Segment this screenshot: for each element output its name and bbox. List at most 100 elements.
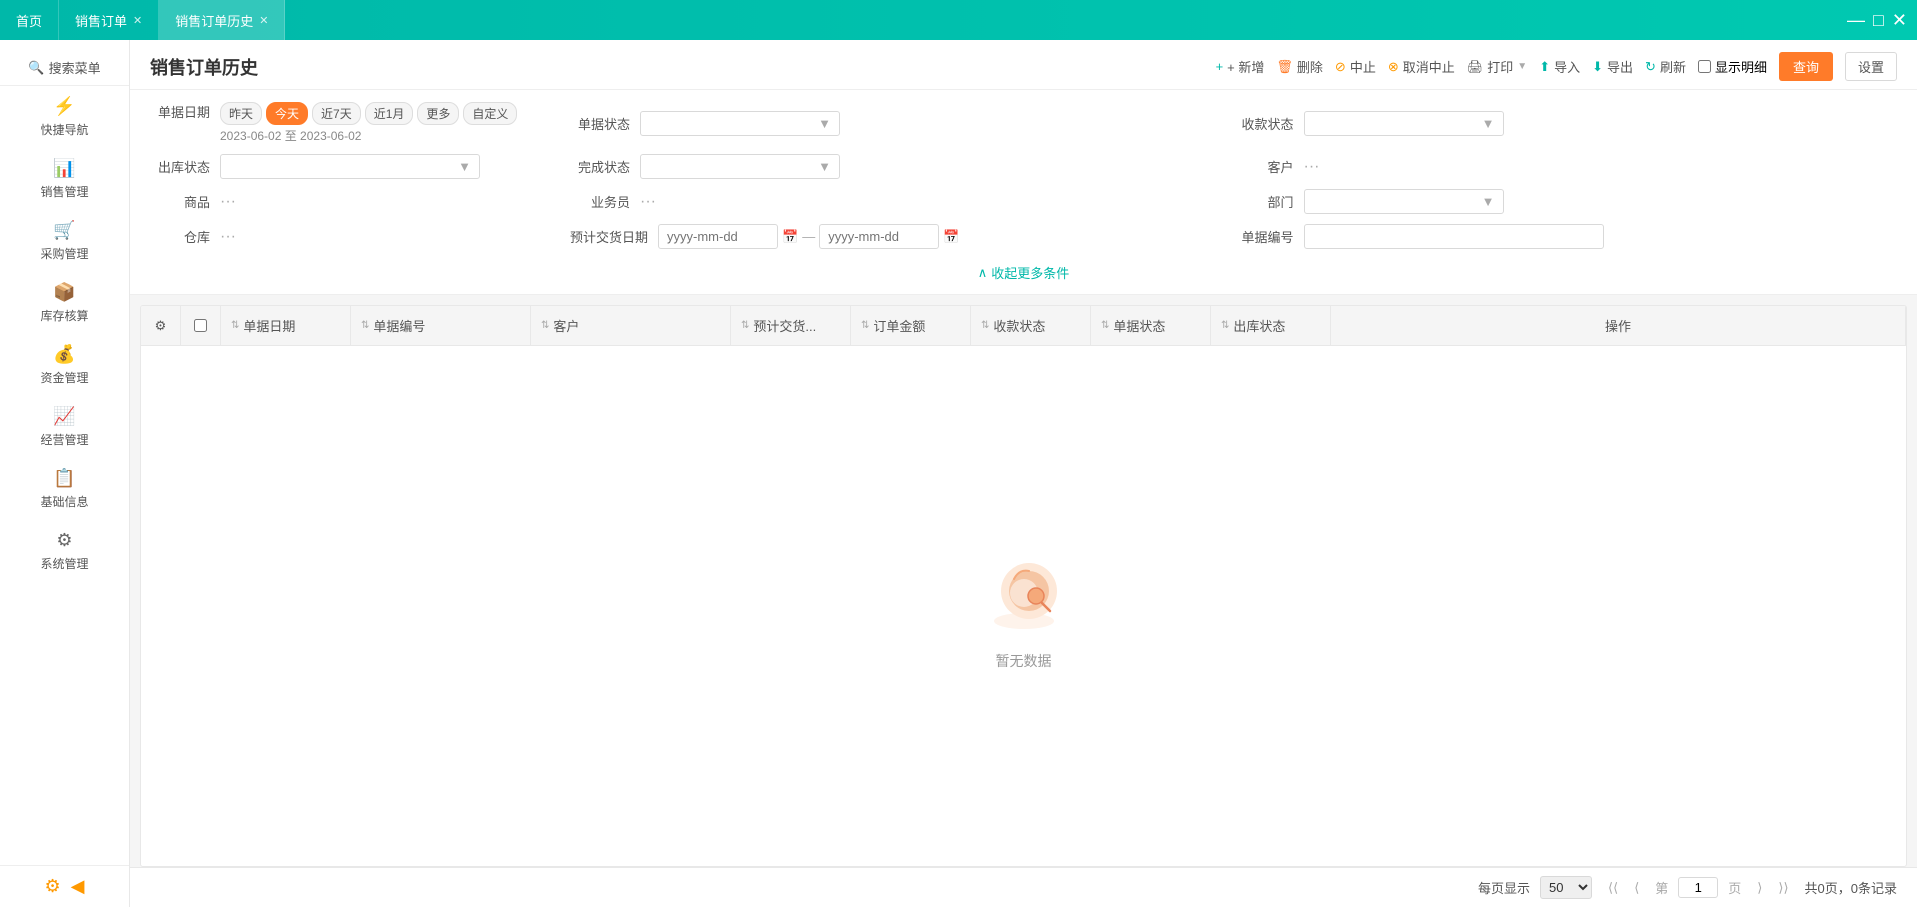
last-page-icon[interactable]: ⟩⟩ [1772,878,1794,898]
sidebar-search[interactable]: 🔍 搜索菜单 [0,50,129,86]
sidebar-item-sales[interactable]: 📊 销售管理 [0,148,129,210]
stop-button[interactable]: ⊘ 中止 [1335,57,1376,76]
order-status-select[interactable]: ▼ [640,111,840,136]
department-select[interactable]: ▼ [1304,189,1504,214]
delivery-date-end-cal-icon[interactable]: 📅 [943,229,959,245]
export-button[interactable]: ⬇ 导出 [1592,57,1633,76]
sidebar-item-system[interactable]: ⚙ 系统管理 [0,520,129,582]
prev-page-icon[interactable]: ⟨ [1628,878,1645,898]
close-window-icon[interactable]: ✕ [1892,10,1907,31]
delivery-date-start[interactable] [658,224,778,249]
goods-input[interactable]: ··· [220,193,236,211]
select-all-checkbox[interactable] [194,319,207,332]
sidebar-item-quick-nav[interactable]: ⚡ 快捷导航 [0,86,129,148]
page-input[interactable] [1678,877,1718,898]
sidebar: 🔍 搜索菜单 ⚡ 快捷导航 📊 销售管理 🛒 采购管理 📦 库存核算 💰 资金管… [0,40,130,907]
refresh-button[interactable]: ↻ 刷新 [1645,57,1686,76]
warehouse-input[interactable]: ··· [220,228,236,246]
delete-icon: 🗑 [1276,59,1293,75]
search-icon: 🔍 [28,60,44,76]
date-btn-1month[interactable]: 近1月 [365,102,414,125]
payment-status-select[interactable]: ▼ [1304,111,1504,136]
maximize-icon[interactable]: □ [1873,10,1884,31]
order-status-chevron-icon: ▼ [818,116,831,131]
th-settings[interactable]: ⚙ [141,306,181,345]
tab-sales-history[interactable]: 销售订单历史 ✕ [159,0,285,40]
tab-list: 首页 销售订单 ✕ 销售订单历史 ✕ [0,0,1847,40]
display-toggle-label: 显示明细 [1715,57,1767,76]
th-customer[interactable]: ⇅ 客户 [531,306,731,345]
filter-date-group: 单据日期 昨天 今天 近7天 近1月 更多 自定义 2023-06-02 至 2… [150,102,570,144]
collapse-sidebar-icon[interactable]: ◀ [71,876,85,897]
refresh-label: 刷新 [1660,57,1686,76]
cancel-stop-button[interactable]: ⊗ 取消中止 [1388,57,1455,76]
next-page-icon[interactable]: ⟩ [1751,878,1768,898]
date-btn-more[interactable]: 更多 [417,102,459,125]
date-btn-today[interactable]: 今天 [266,102,308,125]
export-icon: ⬇ [1592,59,1603,75]
date-btn-yesterday[interactable]: 昨天 [220,102,262,125]
sales-icon: 📊 [53,158,75,179]
th-pay-status[interactable]: ⇅ 收款状态 [971,306,1091,345]
sort-icon-amount: ⇅ [861,320,869,331]
out-status-select[interactable]: ▼ [220,154,480,179]
per-page-label: 每页显示 [1478,878,1530,897]
query-button[interactable]: 查询 [1779,52,1833,81]
sidebar-item-quick-nav-label: 快捷导航 [40,121,88,138]
sidebar-search-label: 搜索菜单 [49,58,101,77]
sidebar-item-operations-label: 经营管理 [40,431,88,448]
date-control: 昨天 今天 近7天 近1月 更多 自定义 2023-06-02 至 2023-0… [220,102,517,144]
collapse-up-icon: ∧ [978,265,988,281]
close-tab-sales-icon[interactable]: ✕ [133,14,142,27]
collapse-button[interactable]: ∧ 收起更多条件 [978,263,1070,282]
sidebar-item-finance[interactable]: 💰 资金管理 [0,334,129,396]
complete-status-chevron-icon: ▼ [818,159,831,174]
pagination-info: 共0页，0条记录 [1805,878,1897,897]
print-button[interactable]: 🖨 打印 ▼ [1467,57,1527,76]
filter-payment-status-group: 收款状态 ▼ [1234,111,1898,136]
complete-status-select[interactable]: ▼ [640,154,840,179]
settings-button[interactable]: 设置 [1845,52,1897,81]
th-out-status[interactable]: ⇅ 出库状态 [1211,306,1331,345]
tab-home[interactable]: 首页 [0,0,59,40]
th-order-status[interactable]: ⇅ 单据状态 [1091,306,1211,345]
th-number[interactable]: ⇅ 单据编号 [351,306,531,345]
page-suffix-label: 页 [1722,876,1747,899]
stop-label: 中止 [1350,57,1376,76]
minimize-icon[interactable]: — [1847,10,1865,31]
display-toggle-checkbox[interactable] [1698,60,1711,73]
basic-info-icon: 📋 [53,468,75,489]
delete-button[interactable]: 🗑 删除 [1276,57,1323,76]
delivery-date-start-cal-icon[interactable]: 📅 [782,229,798,245]
page-title: 销售订单历史 [150,54,1216,80]
sort-icon-delivery: ⇅ [741,320,749,331]
salesperson-input[interactable]: ··· [640,193,656,211]
delivery-date-end[interactable] [819,224,939,249]
table-container: ⚙ ⇅ 单据日期 ⇅ 单据编号 ⇅ 客户 ⇅ [140,305,1907,867]
date-btn-7days[interactable]: 近7天 [312,102,361,125]
th-checkbox[interactable] [181,306,221,345]
empty-icon [974,541,1074,641]
out-status-label: 出库状态 [150,157,220,176]
new-button[interactable]: + + 新增 [1216,57,1265,76]
per-page-select[interactable]: 50 10 20 100 [1540,876,1592,899]
order-number-input[interactable] [1304,224,1604,249]
sidebar-item-basic-info[interactable]: 📋 基础信息 [0,458,129,520]
th-date[interactable]: ⇅ 单据日期 [221,306,351,345]
close-tab-history-icon[interactable]: ✕ [259,14,268,27]
sidebar-item-purchase[interactable]: 🛒 采购管理 [0,210,129,272]
settings-icon[interactable]: ⚙ [45,876,61,897]
import-button[interactable]: ⬆ 导入 [1539,57,1580,76]
export-label: 导出 [1607,57,1633,76]
first-page-icon[interactable]: ⟨⟨ [1602,878,1624,898]
sidebar-item-operations[interactable]: 📈 经营管理 [0,396,129,458]
th-amount[interactable]: ⇅ 订单金额 [851,306,971,345]
main-layout: 🔍 搜索菜单 ⚡ 快捷导航 📊 销售管理 🛒 采购管理 📦 库存核算 💰 资金管… [0,40,1917,907]
tab-sales-order[interactable]: 销售订单 ✕ [59,0,159,40]
date-btn-custom[interactable]: 自定义 [463,102,517,125]
th-delivery[interactable]: ⇅ 预计交货... [731,306,851,345]
date-label: 单据日期 [150,102,220,121]
purchase-icon: 🛒 [53,220,75,241]
customer-input[interactable]: ··· [1304,158,1320,176]
sidebar-item-inventory[interactable]: 📦 库存核算 [0,272,129,334]
